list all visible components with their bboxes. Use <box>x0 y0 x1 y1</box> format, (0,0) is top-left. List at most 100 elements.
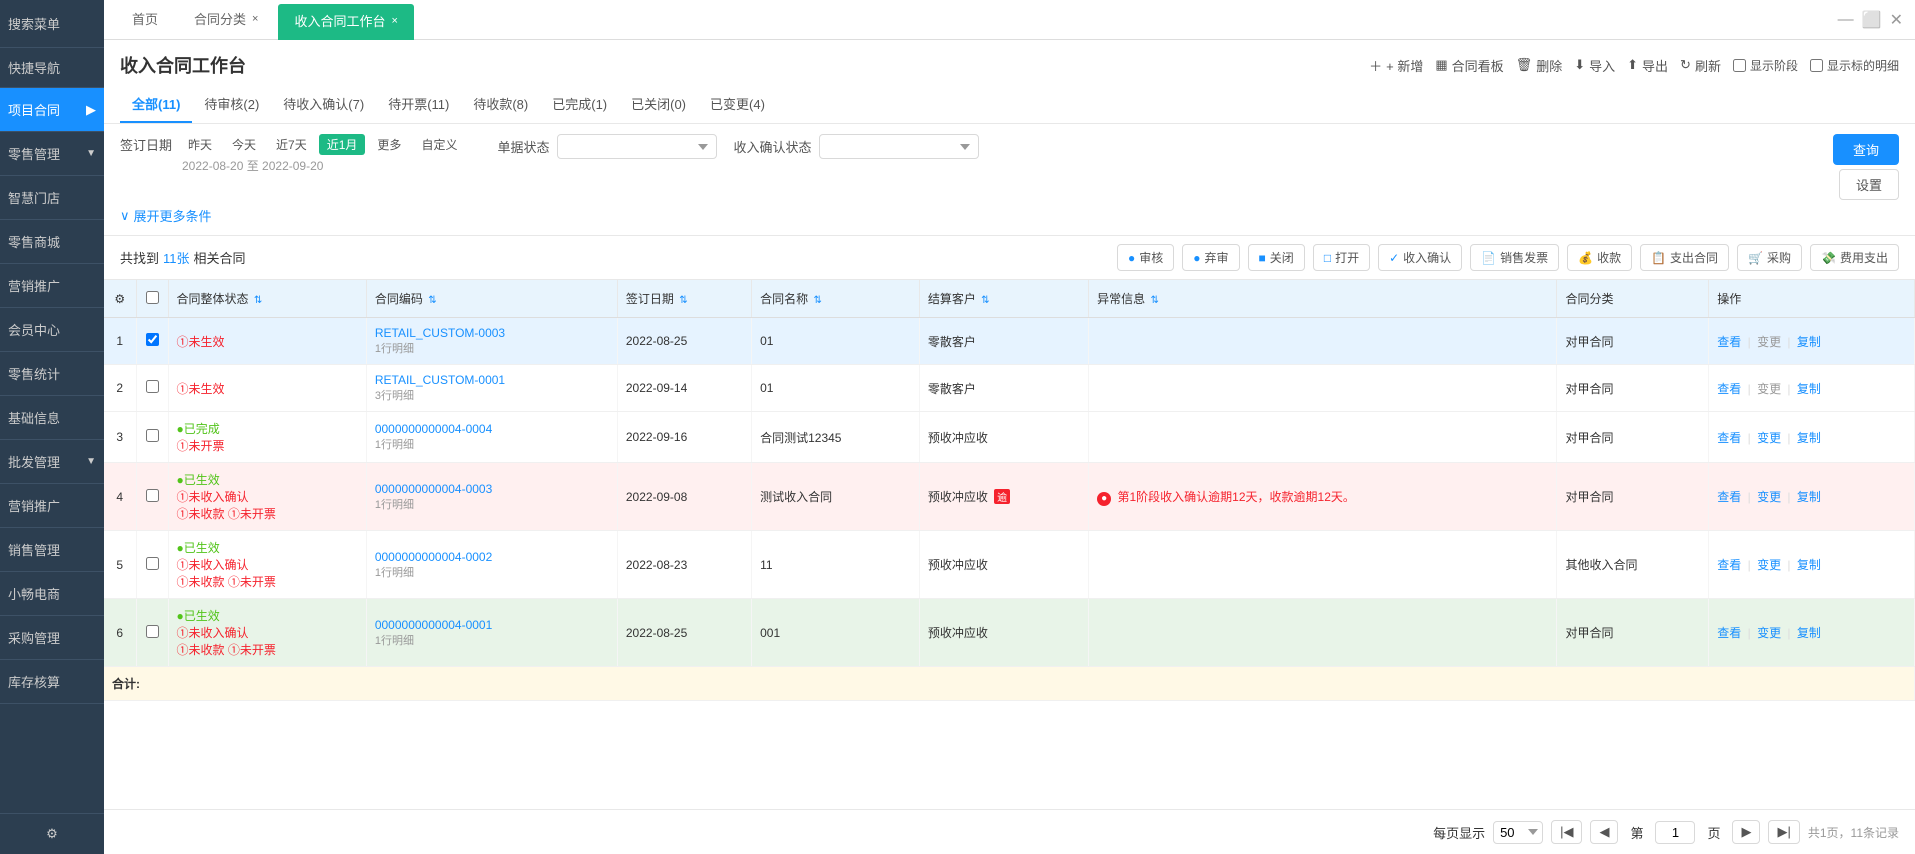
btn-expense-contract[interactable]: 📋 支出合同 <box>1640 244 1729 271</box>
delete-button[interactable]: 🗑 删除 <box>1516 56 1563 75</box>
op-copy[interactable]: 复制 <box>1797 626 1821 640</box>
sub-tab-changed[interactable]: 已变更(4) <box>698 86 777 123</box>
sub-tab-completed[interactable]: 已完成(1) <box>540 86 619 123</box>
sidebar-item-marketing2[interactable]: 营销推广 <box>0 484 104 528</box>
date-btn-1month[interactable]: 近1月 <box>319 134 366 155</box>
sidebar-item-project[interactable]: 项目合同 ▶ <box>0 88 104 132</box>
op-change[interactable]: 变更 <box>1757 335 1781 349</box>
last-page-btn[interactable]: ▶| <box>1768 820 1799 844</box>
sidebar-settings[interactable]: ⚙ <box>0 813 104 854</box>
next-page-btn[interactable]: ▶ <box>1732 820 1760 844</box>
op-copy[interactable]: 复制 <box>1797 335 1821 349</box>
btn-collect[interactable]: 💰 收款 <box>1567 244 1632 271</box>
row-checkbox[interactable] <box>136 318 168 365</box>
date-btn-custom[interactable]: 自定义 <box>413 134 465 155</box>
op-view[interactable]: 查看 <box>1717 335 1741 349</box>
sidebar-nav[interactable]: 快捷导航 <box>0 48 104 88</box>
close-contract-category-tab[interactable]: × <box>252 13 258 25</box>
sidebar-item-retail-stats[interactable]: 零售统计 <box>0 352 104 396</box>
sub-tab-pending-collect[interactable]: 待收款(8) <box>461 86 540 123</box>
date-btn-today[interactable]: 今天 <box>224 134 264 155</box>
row-checkbox[interactable] <box>136 365 168 412</box>
sidebar-item-retail-mall[interactable]: 零售商城 <box>0 220 104 264</box>
sidebar-item-member[interactable]: 会员中心 <box>0 308 104 352</box>
op-copy[interactable]: 复制 <box>1797 558 1821 572</box>
op-change[interactable]: 变更 <box>1757 490 1781 504</box>
op-change[interactable]: 变更 <box>1757 382 1781 396</box>
query-button[interactable]: 查询 <box>1833 134 1899 165</box>
import-button[interactable]: ⬇ 导入 <box>1574 56 1615 75</box>
sort-icon-name[interactable]: ⇅ <box>813 295 821 306</box>
contract-code-link[interactable]: RETAIL_CUSTOM-0003 <box>375 326 505 340</box>
op-view[interactable]: 查看 <box>1717 490 1741 504</box>
date-btn-more[interactable]: 更多 <box>369 134 409 155</box>
btn-abandon-review[interactable]: ● 弃审 <box>1182 244 1239 271</box>
op-view[interactable]: 查看 <box>1717 431 1741 445</box>
contract-code-link[interactable]: 0000000000004-0003 <box>375 482 492 496</box>
contract-code-link[interactable]: 0000000000004-0002 <box>375 550 492 564</box>
btn-review[interactable]: ● 审核 <box>1117 244 1174 271</box>
expand-filters-button[interactable]: ∨ 展开更多条件 <box>120 206 1899 225</box>
sidebar-search[interactable]: 搜索菜单 <box>0 0 104 48</box>
income-confirm-select[interactable] <box>819 134 979 159</box>
tab-contract-category[interactable]: 合同分类 × <box>178 0 274 40</box>
date-btn-7days[interactable]: 近7天 <box>268 134 315 155</box>
tab-income-workbench[interactable]: 收入合同工作台 × <box>278 4 413 40</box>
btn-income-confirm[interactable]: ✓ 收入确认 <box>1378 244 1462 271</box>
sort-icon-abnormal[interactable]: ⇅ <box>1151 295 1159 306</box>
col-settings[interactable]: ⚙ <box>104 280 136 318</box>
btn-close[interactable]: ■ 关闭 <box>1248 244 1305 271</box>
sidebar-item-sales[interactable]: 销售管理 <box>0 528 104 572</box>
sort-icon-customer[interactable]: ⇅ <box>981 295 989 306</box>
page-number-input[interactable] <box>1655 821 1695 844</box>
op-change[interactable]: 变更 <box>1757 558 1781 572</box>
close-income-workbench-tab[interactable]: × <box>391 15 397 27</box>
sub-tab-pending-review[interactable]: 待审核(2) <box>192 86 271 123</box>
sub-tab-closed[interactable]: 已关闭(0) <box>619 86 698 123</box>
btn-purchase[interactable]: 🛒 采购 <box>1737 244 1802 271</box>
contract-code-link[interactable]: RETAIL_CUSTOM-0001 <box>375 373 505 387</box>
sidebar-item-inventory[interactable]: 库存核算 <box>0 660 104 704</box>
btn-sales-invoice[interactable]: 📄 销售发票 <box>1470 244 1559 271</box>
sort-icon-status[interactable]: ⇅ <box>254 295 262 306</box>
sidebar-item-wholesale[interactable]: 批发管理 <box>0 440 104 484</box>
op-copy[interactable]: 复制 <box>1797 490 1821 504</box>
sub-tab-pending-confirm[interactable]: 待收入确认(7) <box>271 86 376 123</box>
prev-page-btn[interactable]: ◀ <box>1590 820 1618 844</box>
set-button[interactable]: 设置 <box>1839 169 1899 200</box>
tab-home[interactable]: 首页 <box>116 0 174 40</box>
sidebar-item-marketing[interactable]: 营销推广 <box>0 264 104 308</box>
op-view[interactable]: 查看 <box>1717 626 1741 640</box>
sidebar-item-retail-mgmt[interactable]: 零售管理 <box>0 132 104 176</box>
sub-tab-all[interactable]: 全部(11) <box>120 86 192 123</box>
date-btn-yesterday[interactable]: 昨天 <box>180 134 220 155</box>
btn-expense-out[interactable]: 💸 费用支出 <box>1810 244 1899 271</box>
row-checkbox[interactable] <box>136 531 168 599</box>
minimize-icon[interactable]: — <box>1838 11 1854 29</box>
row-checkbox[interactable] <box>136 412 168 463</box>
op-change[interactable]: 变更 <box>1757 431 1781 445</box>
show-stages-checkbox[interactable]: 显示阶段 <box>1733 57 1798 74</box>
first-page-btn[interactable]: |◀ <box>1551 820 1582 844</box>
sub-tab-pending-invoice[interactable]: 待开票(11) <box>376 86 461 123</box>
show-notes-checkbox[interactable]: 显示标的明细 <box>1810 57 1899 74</box>
row-checkbox[interactable] <box>136 463 168 531</box>
close-window-icon[interactable]: ✕ <box>1890 10 1903 30</box>
page-size-select[interactable]: 10 20 50 100 <box>1493 821 1543 844</box>
select-all-checkbox[interactable] <box>146 291 159 304</box>
refresh-button[interactable]: ↻ 刷新 <box>1680 56 1721 75</box>
contract-code-link[interactable]: 0000000000004-0004 <box>375 422 492 436</box>
export-button[interactable]: ⬆ 导出 <box>1627 56 1668 75</box>
contract-board-button[interactable]: ▦ 合同看板 <box>1435 56 1503 75</box>
sort-icon-code[interactable]: ⇅ <box>428 295 436 306</box>
op-copy[interactable]: 复制 <box>1797 431 1821 445</box>
new-button[interactable]: ＋ + 新增 <box>1369 56 1423 75</box>
btn-open[interactable]: □ 打开 <box>1313 244 1370 271</box>
contract-code-link[interactable]: 0000000000004-0001 <box>375 618 492 632</box>
op-view[interactable]: 查看 <box>1717 558 1741 572</box>
op-copy[interactable]: 复制 <box>1797 382 1821 396</box>
doc-status-select[interactable] <box>557 134 717 159</box>
op-change[interactable]: 变更 <box>1757 626 1781 640</box>
sort-icon-date[interactable]: ⇅ <box>679 295 687 306</box>
sidebar-item-smart-store[interactable]: 智慧门店 <box>0 176 104 220</box>
